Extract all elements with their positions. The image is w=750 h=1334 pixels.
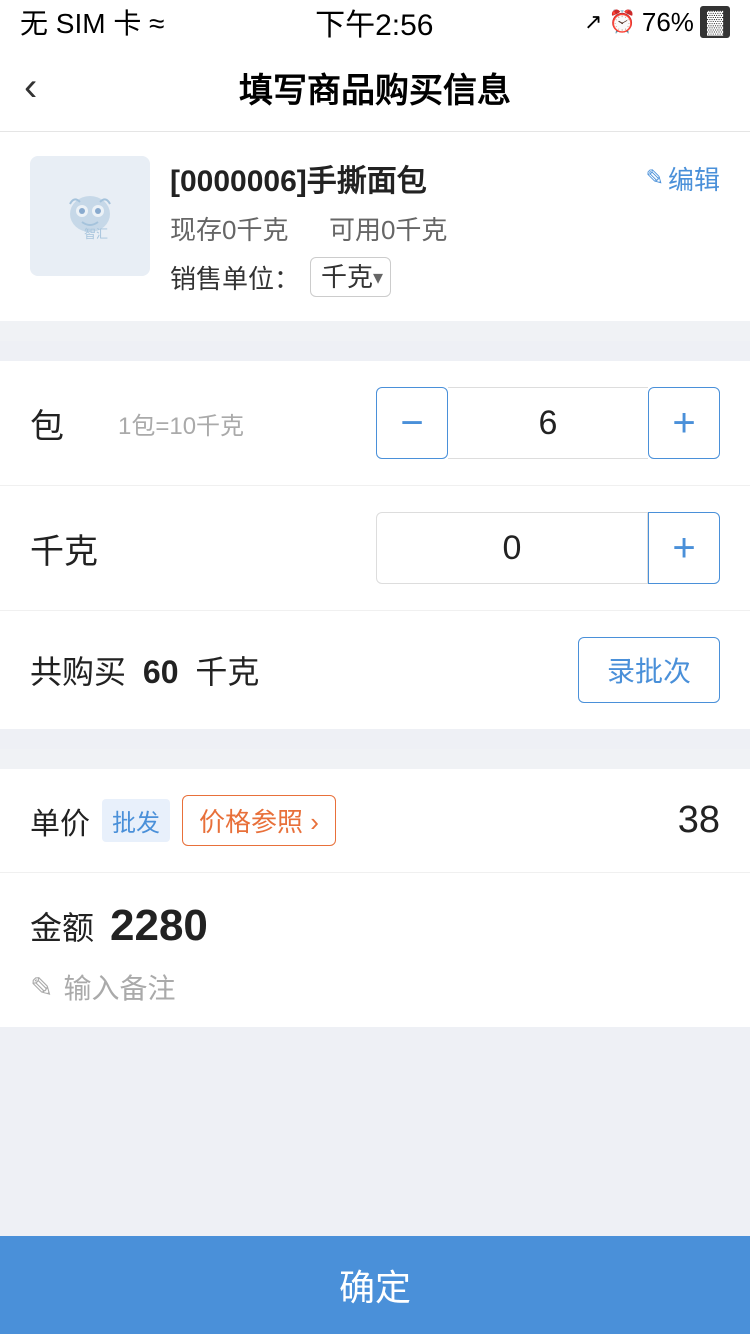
unit-select[interactable]: 千克 bbox=[310, 257, 391, 297]
kg-input[interactable] bbox=[376, 512, 648, 584]
edit-icon: ✎ bbox=[646, 165, 664, 191]
bao-input-row: 包 1包=10千克 − + bbox=[0, 361, 750, 486]
amount-section: 金额 2280 ✎ 输入备注 bbox=[0, 873, 750, 1027]
price-label: 单价 bbox=[30, 799, 90, 843]
remark-label: 输入备注 bbox=[63, 967, 175, 1007]
svg-text:智汇: 智汇 bbox=[84, 226, 108, 241]
total-label: 共购买 60 千克 bbox=[30, 647, 259, 693]
kg-controls: + bbox=[376, 512, 720, 584]
bao-decrement-button[interactable]: − bbox=[376, 387, 448, 459]
nav-bar: ‹ 填写商品购买信息 bbox=[0, 44, 750, 132]
price-row: 单价 批发 价格参照 › 38 bbox=[0, 769, 750, 873]
unit-select-wrapper[interactable]: 千克 bbox=[310, 257, 391, 297]
amount-label: 金额 bbox=[30, 903, 94, 949]
alarm-icon: ⏰ bbox=[608, 9, 635, 35]
status-left: 无 SIM 卡 ≈ bbox=[20, 2, 165, 42]
divider-2 bbox=[0, 729, 750, 749]
total-amount: 60 bbox=[143, 654, 179, 690]
bao-sublabel: 1包=10千克 bbox=[118, 406, 244, 441]
remark-row[interactable]: ✎ 输入备注 bbox=[30, 967, 720, 1007]
product-image: 智汇 bbox=[30, 156, 150, 276]
pencil-icon: ✎ bbox=[30, 971, 53, 1004]
amount-row: 金额 2280 bbox=[30, 901, 720, 951]
bao-input[interactable] bbox=[448, 387, 648, 459]
status-right: ↗ ⏰ 76% ▓ bbox=[584, 6, 730, 38]
total-label-text: 共购买 bbox=[30, 654, 126, 690]
kg-label: 千克 bbox=[30, 524, 110, 573]
total-row: 共购买 60 千克 录批次 bbox=[0, 611, 750, 729]
product-name-row: [0000006]手撕面包 ✎ 编辑 bbox=[170, 156, 720, 200]
unit-label: 销售单位： bbox=[170, 259, 300, 296]
confirm-button[interactable]: 确定 bbox=[0, 1236, 750, 1334]
product-thumbnail-icon: 智汇 bbox=[60, 186, 120, 246]
total-unit: 千克 bbox=[195, 654, 259, 690]
back-button[interactable]: ‹ bbox=[24, 65, 37, 110]
price-reference-button[interactable]: 价格参照 › bbox=[182, 795, 336, 846]
price-tag: 批发 bbox=[102, 799, 170, 842]
edit-label: 编辑 bbox=[668, 160, 720, 197]
status-bar: 无 SIM 卡 ≈ 下午2:56 ↗ ⏰ 76% ▓ bbox=[0, 0, 750, 44]
available-label: 可用0千克 bbox=[329, 215, 447, 245]
bao-controls: − + bbox=[376, 387, 720, 459]
product-info: [0000006]手撕面包 ✎ 编辑 现存0千克 可用0千克 销售单位： 千克 bbox=[170, 156, 720, 297]
divider-1 bbox=[0, 341, 750, 361]
product-unit-row: 销售单位： 千克 bbox=[170, 257, 720, 297]
record-batch-button[interactable]: 录批次 bbox=[578, 637, 720, 703]
kg-input-row: 千克 + bbox=[0, 486, 750, 611]
price-section: 单价 批发 价格参照 › 38 bbox=[0, 769, 750, 873]
battery-icon: ▓ bbox=[700, 6, 730, 38]
page-title: 填写商品购买信息 bbox=[239, 63, 511, 112]
product-card: 智汇 [0000006]手撕面包 ✎ 编辑 现存0千克 可用0千克 销售单位： … bbox=[0, 132, 750, 321]
price-value: 38 bbox=[678, 799, 720, 842]
edit-button[interactable]: ✎ 编辑 bbox=[646, 160, 720, 197]
input-section: 包 1包=10千克 − + 千克 + bbox=[0, 361, 750, 611]
bao-label: 包 bbox=[30, 399, 110, 448]
amount-value: 2280 bbox=[110, 901, 208, 951]
spacer bbox=[296, 215, 322, 245]
bao-increment-button[interactable]: + bbox=[648, 387, 720, 459]
product-full-name: [0000006]手撕面包 bbox=[170, 156, 427, 200]
no-sim-label: 无 SIM 卡 ≈ bbox=[20, 2, 165, 42]
kg-increment-button[interactable]: + bbox=[648, 512, 720, 584]
location-icon: ↗ bbox=[584, 9, 602, 35]
stock-label: 现存0千克 bbox=[170, 215, 288, 245]
battery-label: 76% bbox=[642, 7, 694, 38]
product-stock: 现存0千克 可用0千克 bbox=[170, 210, 720, 247]
status-time: 下午2:56 bbox=[315, 0, 433, 44]
